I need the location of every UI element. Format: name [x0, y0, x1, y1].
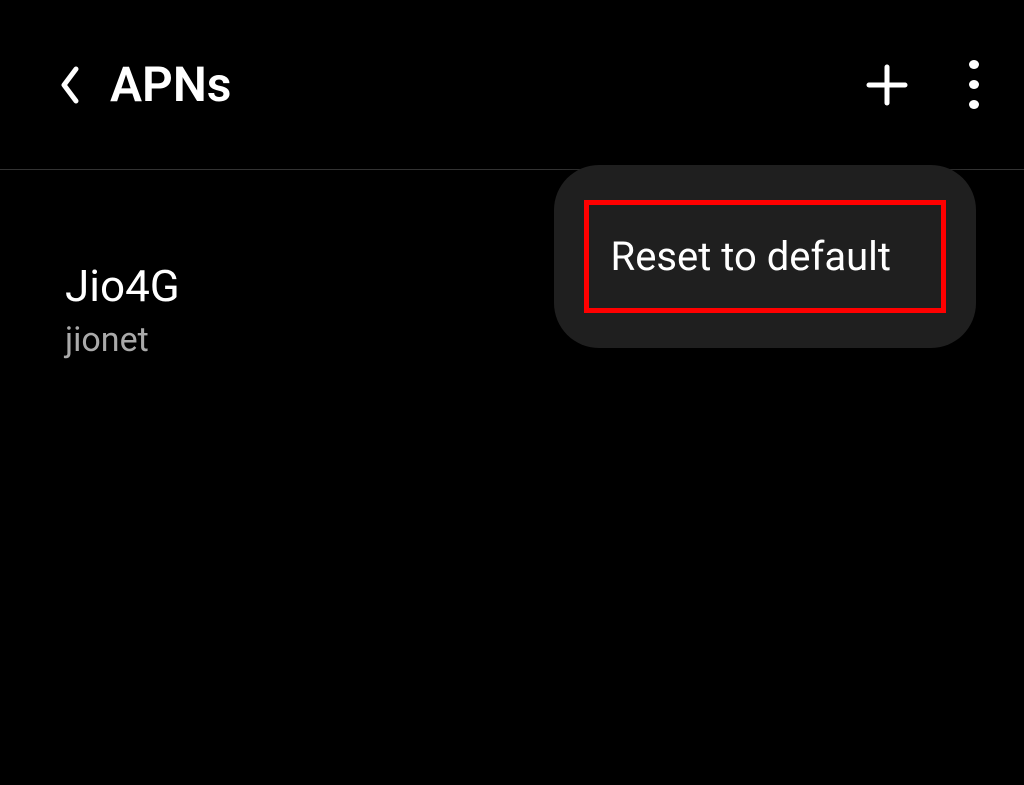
header-left: APNs [55, 56, 231, 113]
more-icon[interactable] [964, 60, 984, 110]
overflow-menu: Reset to default [554, 165, 976, 348]
add-icon[interactable] [865, 63, 909, 107]
apn-name-label: Jio4G [65, 260, 180, 312]
dot-icon [969, 60, 979, 69]
header: APNs [0, 0, 1024, 170]
back-icon[interactable] [55, 70, 85, 100]
page-title: APNs [110, 56, 231, 113]
reset-to-default-button[interactable]: Reset to default [584, 200, 946, 313]
dot-icon [969, 80, 979, 89]
dot-icon [969, 100, 979, 109]
apn-text: Jio4G jionet [65, 260, 180, 360]
header-right [865, 60, 984, 110]
apn-subtitle-label: jionet [65, 320, 180, 360]
